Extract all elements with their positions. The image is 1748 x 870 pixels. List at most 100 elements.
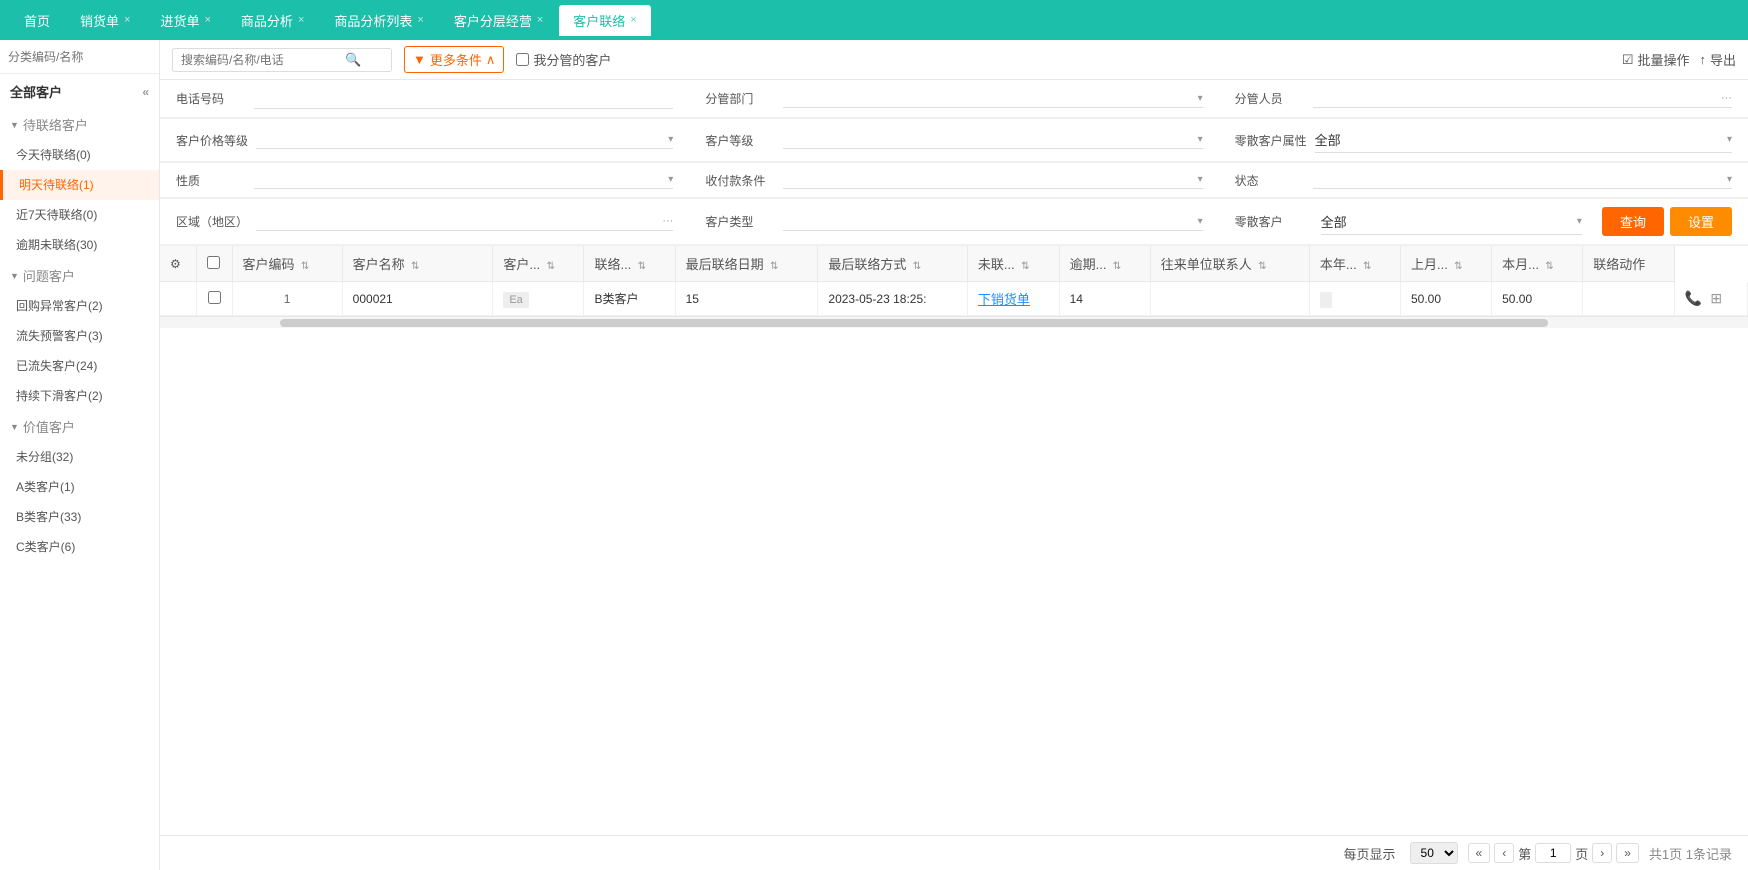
query-button[interactable]: 查询 xyxy=(1602,207,1664,236)
last-page-button[interactable]: » xyxy=(1616,843,1639,863)
bulk-action-button[interactable]: ☑ 批量操作 xyxy=(1622,50,1690,69)
col-last-date[interactable]: 最后联络日期 ⇅ xyxy=(675,246,818,282)
adv-filter-retail-select[interactable]: 全部 ▾ xyxy=(1315,127,1732,153)
page-number-input[interactable] xyxy=(1535,843,1571,863)
nav-tab-customer-contact[interactable]: 客户联络 × xyxy=(559,5,650,36)
nav-close-purchase[interactable]: × xyxy=(204,14,210,26)
sidebar-search-input[interactable] xyxy=(8,50,160,64)
dept-select-chevron: ▾ xyxy=(1198,93,1203,104)
nav-close-customer-contact[interactable]: × xyxy=(630,14,636,26)
adv-filter-status-select[interactable]: ▾ xyxy=(1313,171,1732,189)
row-action: 📞 ⊞ xyxy=(1674,282,1747,316)
sidebar-item-today[interactable]: 今天待联络(0) xyxy=(0,140,159,170)
row-code[interactable]: 000021 xyxy=(342,282,493,316)
nav-tab-product-analysis[interactable]: 商品分析 × xyxy=(227,5,318,36)
col-code[interactable]: 客户编码 ⇅ xyxy=(232,246,342,282)
sidebar-group-value[interactable]: 价值客户 xyxy=(0,411,159,442)
h-scrollbar[interactable] xyxy=(160,316,1748,328)
col-last-month[interactable]: 上月... ⇅ xyxy=(1400,246,1491,282)
col-not-contacted[interactable]: 未联... ⇅ xyxy=(967,246,1059,282)
sidebar-group-pending[interactable]: 待联络客户 xyxy=(0,109,159,140)
first-page-button[interactable]: « xyxy=(1468,843,1491,863)
sidebar-item-overdue[interactable]: 逾期未联络(30) xyxy=(0,230,159,260)
row-last-method[interactable]: 下销货单 xyxy=(967,282,1059,316)
sidebar-item-tomorrow[interactable]: 明天待联络(1) xyxy=(0,170,159,200)
filter-bar: 🔍 ▼ 更多条件 ∧ 我分管的客户 ☑ 批量操作 ↑ 导出 xyxy=(160,40,1748,80)
sidebar-item-class-a[interactable]: A类客户(1) xyxy=(0,472,159,502)
table-row: 1 000021 Ea B类客户 15 2023-05-23 18:25: 下销… xyxy=(160,282,1748,316)
nav-tab-sales[interactable]: 销货单 × xyxy=(66,5,144,36)
sidebar-item-repurchase-anomaly[interactable]: 回购异常客户(2) xyxy=(0,291,159,321)
action-grid-icon[interactable]: ⊞ xyxy=(1710,290,1722,307)
col-this-month[interactable]: 本月... ⇅ xyxy=(1492,246,1583,282)
adv-filter-customer-level: 客户等级 ▾ xyxy=(689,119,1218,162)
col-overdue[interactable]: 逾期... ⇅ xyxy=(1059,246,1150,282)
adv-filter-type: 客户类型 ▾ xyxy=(689,199,1218,245)
settings-button[interactable]: 设置 xyxy=(1670,207,1732,236)
adv-filter-price-select[interactable]: ▾ xyxy=(256,131,673,149)
sidebar-item-ungrouped[interactable]: 未分组(32) xyxy=(0,442,159,472)
row-last-date: 2023-05-23 18:25: xyxy=(818,282,968,316)
filter-more-conditions[interactable]: ▼ 更多条件 ∧ xyxy=(404,46,504,73)
status-chevron: ▾ xyxy=(1727,174,1732,185)
prev-page-button[interactable]: ‹ xyxy=(1494,843,1514,863)
export-icon: ↑ xyxy=(1699,52,1706,67)
last-method-link[interactable]: 下销货单 xyxy=(978,292,1030,307)
sort-icon-not-contacted: ⇅ xyxy=(1021,261,1029,272)
adv-filter-nature-select[interactable]: ▾ xyxy=(254,171,673,189)
page-size-select[interactable]: 50 xyxy=(1410,842,1458,864)
sort-icon-category: ⇅ xyxy=(547,261,555,272)
filter-search-icon[interactable]: 🔍 xyxy=(345,52,361,68)
sidebar-item-class-c[interactable]: C类客户(6) xyxy=(0,532,159,562)
next-page-button[interactable]: › xyxy=(1592,843,1612,863)
sidebar-search-area: 🔍 xyxy=(0,40,159,74)
col-this-year[interactable]: 本年... ⇅ xyxy=(1309,246,1400,282)
row-last-month: 50.00 xyxy=(1492,282,1583,316)
sidebar: 🔍 全部客户 « 待联络客户 今天待联络(0) 明天待联络(1) 近7天待联络(… xyxy=(0,40,160,870)
nav-close-product-analysis[interactable]: × xyxy=(298,14,304,26)
col-name[interactable]: 客户名称 ⇅ xyxy=(342,246,493,282)
nav-home[interactable]: 首页 xyxy=(10,5,64,36)
adv-filter-dept-select[interactable]: ▾ xyxy=(783,90,1202,108)
action-phone-icon[interactable]: 📞 xyxy=(1685,290,1702,307)
nav-tab-product-list[interactable]: 商品分析列表 × xyxy=(320,5,437,36)
sidebar-item-7days[interactable]: 近7天待联络(0) xyxy=(0,200,159,230)
nav-close-customer-tier[interactable]: × xyxy=(537,14,543,26)
adv-filter-retail-customer-select[interactable]: 全部 ▾ xyxy=(1321,209,1582,235)
adv-filter-payment-select[interactable]: ▾ xyxy=(783,171,1202,189)
sidebar-item-churn-warning[interactable]: 流失预警客户(3) xyxy=(0,321,159,351)
col-contact-person[interactable]: 往来单位联系人 ⇅ xyxy=(1150,246,1309,282)
price-chevron: ▾ xyxy=(668,134,673,145)
sidebar-all-customers[interactable]: 全部客户 « xyxy=(0,74,159,109)
filter-search-input[interactable] xyxy=(181,53,341,67)
row-checkbox[interactable] xyxy=(208,291,221,304)
my-customers-checkbox-label[interactable]: 我分管的客户 xyxy=(516,50,611,69)
nav-close-product-list[interactable]: × xyxy=(417,14,423,26)
sidebar-item-churned[interactable]: 已流失客户(24) xyxy=(0,351,159,381)
adv-filter-phone-input[interactable] xyxy=(254,88,673,109)
export-button[interactable]: ↑ 导出 xyxy=(1699,50,1736,69)
nav-tab-purchase[interactable]: 进货单 × xyxy=(146,5,224,36)
adv-filter-level-select[interactable]: ▾ xyxy=(783,131,1202,149)
col-settings[interactable]: ⚙ xyxy=(160,246,196,282)
sidebar-group-problem[interactable]: 问题客户 xyxy=(0,260,159,291)
sidebar-item-declining[interactable]: 持续下滑客户(2) xyxy=(0,381,159,411)
sidebar-item-class-b[interactable]: B类客户(33) xyxy=(0,502,159,532)
page-size-label: 每页显示 xyxy=(1344,844,1396,863)
col-last-method[interactable]: 最后联络方式 ⇅ xyxy=(818,246,968,282)
row-name[interactable]: Ea xyxy=(493,282,584,316)
select-all-checkbox[interactable] xyxy=(207,256,220,269)
nav-close-sales[interactable]: × xyxy=(124,14,130,26)
col-contacts[interactable]: 联络... ⇅ xyxy=(584,246,675,282)
my-customers-checkbox[interactable] xyxy=(516,53,529,66)
sort-icon-contact-person: ⇅ xyxy=(1258,261,1266,272)
col-action: 联络动作 xyxy=(1583,246,1675,282)
filter-more-chevron: ∧ xyxy=(486,52,496,68)
adv-filter-type-select[interactable]: ▾ xyxy=(783,213,1202,231)
adv-filter-region-select[interactable]: ··· xyxy=(256,212,673,231)
adv-filter-person-select[interactable]: ··· xyxy=(1313,89,1732,108)
nav-tab-customer-tier[interactable]: 客户分层经营 × xyxy=(440,5,557,36)
adv-filter-retail-attr: 零散客户属性 全部 ▾ xyxy=(1219,119,1748,162)
col-category[interactable]: 客户... ⇅ xyxy=(493,246,584,282)
retail-customer-chevron: ▾ xyxy=(1577,216,1582,227)
